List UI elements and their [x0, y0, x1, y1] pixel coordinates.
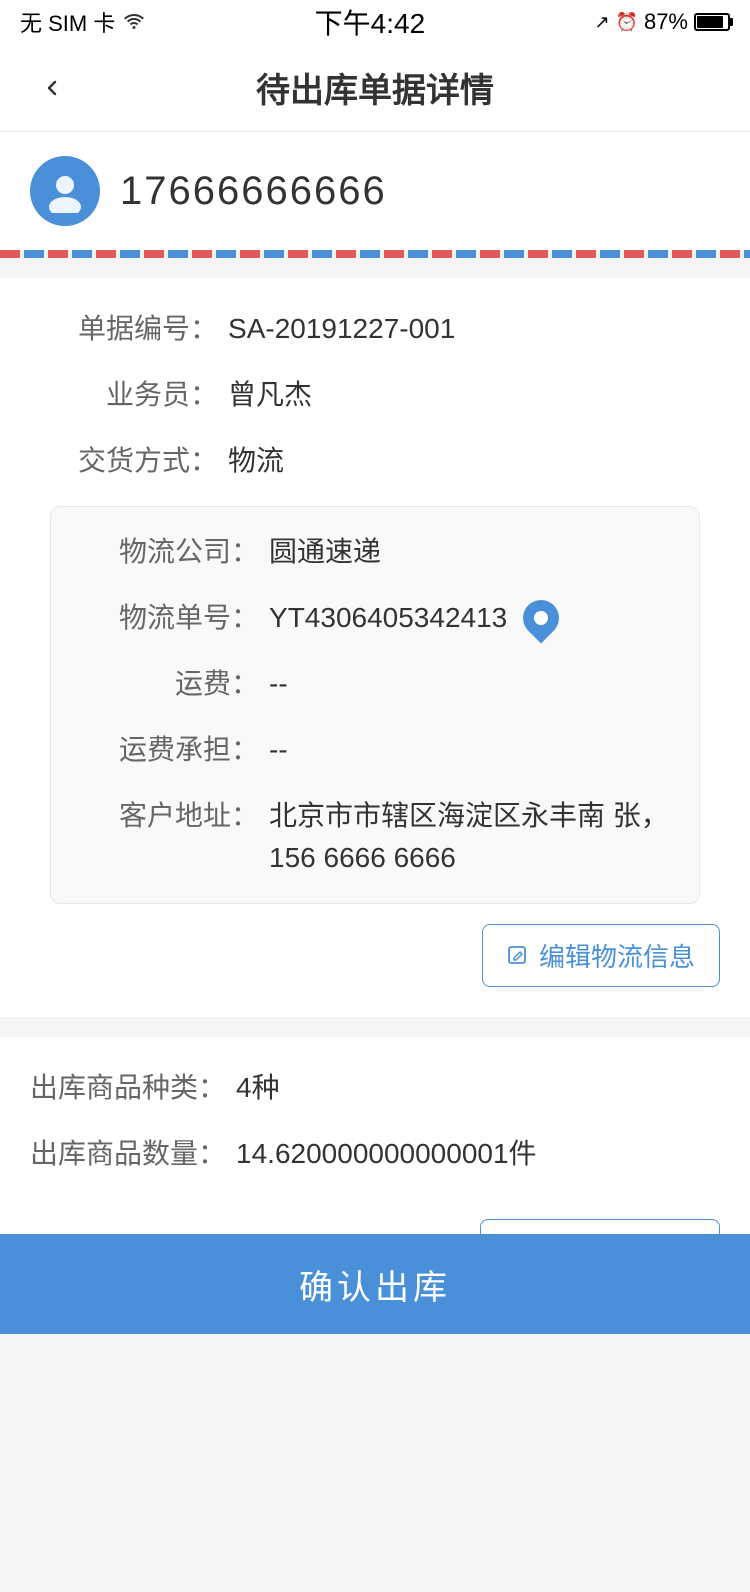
freight-bearer-label: 运费承担 — [71, 729, 231, 771]
status-right: ↗ ⏰ 87% — [594, 9, 730, 35]
location-pin-icon[interactable] — [516, 593, 567, 644]
battery-percent: 87% — [644, 9, 688, 35]
freight-bearer-value: -- — [269, 729, 679, 771]
doc-number-row: 单据编号 ： SA-20191227-001 — [30, 308, 720, 350]
freight-bearer-row: 运费承担 ： -- — [71, 729, 679, 771]
delivery-method-value: 物流 — [228, 440, 720, 482]
sales-person-value: 曾凡杰 — [228, 374, 720, 416]
tracking-number-value: YT43064053424­13 — [269, 597, 679, 639]
wifi-icon — [123, 9, 145, 35]
address-label: 客户地址 — [71, 795, 231, 837]
confirm-outbound-button[interactable]: 确认出库 — [0, 1234, 750, 1334]
tracking-number-row: 物流单号 ： YT43064053424­13 — [71, 597, 679, 639]
basic-info-section: 单据编号 ： SA-20191227-001 业务员 ： 曾凡杰 交货方式 ： … — [0, 278, 750, 1017]
freight-row: 运费 ： -- — [71, 663, 679, 705]
status-left: 无 SIM 卡 — [20, 6, 145, 38]
sales-person-row: 业务员 ： 曾凡杰 — [30, 374, 720, 416]
logistics-company-value: 圆通速递 — [269, 531, 679, 573]
logistics-company-label: 物流公司 — [71, 531, 231, 573]
edit-icon — [507, 945, 529, 967]
back-button[interactable] — [30, 66, 74, 110]
item-types-label: 出库商品种类 — [30, 1067, 198, 1109]
carrier-text: 无 SIM 卡 — [20, 6, 115, 38]
dashed-divider — [0, 250, 750, 258]
location-icon: ↗ — [594, 12, 609, 33]
delivery-method-label: 交货方式 — [30, 440, 190, 482]
item-qty-value: 14.620000000000001件 — [236, 1133, 720, 1175]
logistics-card: 物流公司 ： 圆通速递 物流单号 ： YT43064053424­13 运费 — [50, 506, 700, 904]
user-header: 17666666666 — [0, 132, 750, 250]
battery-icon — [694, 13, 730, 31]
user-avatar — [30, 156, 100, 226]
sales-person-label: 业务员 — [30, 374, 190, 416]
status-time: 下午4:42 — [315, 2, 426, 42]
freight-value: -- — [269, 663, 679, 705]
user-phone: 17666666666 — [120, 169, 387, 214]
item-qty-row: 出库商品数量 ： 14.620000000000001件 — [30, 1133, 720, 1175]
edit-logistics-button[interactable]: 编辑物流信息 — [482, 924, 720, 987]
item-types-value: 4种 — [236, 1067, 720, 1109]
edit-logistics-row: 编辑物流信息 — [30, 904, 720, 987]
edit-logistics-label: 编辑物流信息 — [539, 937, 695, 974]
alarm-icon: ⏰ — [616, 12, 638, 33]
freight-label: 运费 — [71, 663, 231, 705]
logistics-company-row: 物流公司 ： 圆通速递 — [71, 531, 679, 573]
doc-number-label: 单据编号 — [30, 308, 190, 350]
delivery-method-row: 交货方式 ： 物流 — [30, 440, 720, 482]
nav-bar: 待出库单据详情 — [0, 44, 750, 132]
address-row: 客户地址 ： 北京市市辖区海淀区永丰南 张，156 6666 6666 — [71, 795, 679, 879]
confirm-outbound-label: 确认出库 — [299, 1260, 451, 1309]
doc-number-value: SA-20191227-001 — [228, 308, 720, 350]
content-spacer — [0, 1312, 750, 1492]
item-types-row: 出库商品种类 ： 4种 — [30, 1067, 720, 1109]
status-bar: 无 SIM 卡 下午4:42 ↗ ⏰ 87% — [0, 0, 750, 44]
tracking-number-label: 物流单号 — [71, 597, 231, 639]
page-title: 待出库单据详情 — [256, 63, 494, 112]
item-qty-label: 出库商品数量 — [30, 1133, 198, 1175]
address-value: 北京市市辖区海淀区永丰南 张，156 6666 6666 — [269, 795, 679, 879]
